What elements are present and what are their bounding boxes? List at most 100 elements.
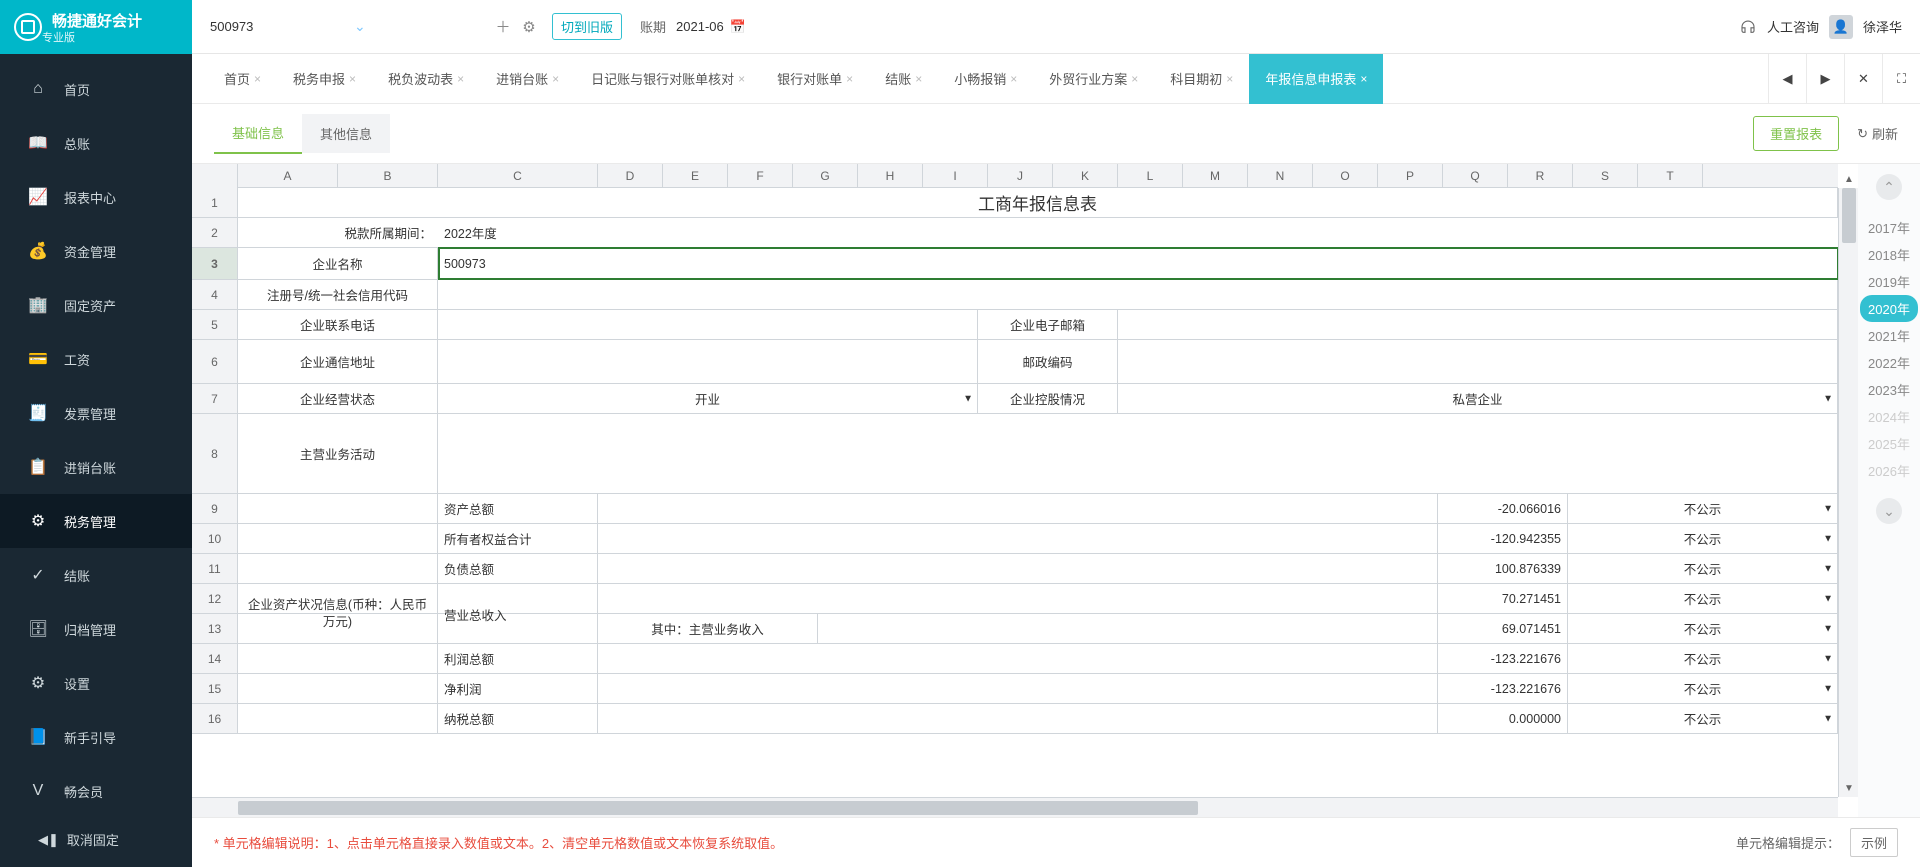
- nav-item-6[interactable]: 🧾发票管理: [0, 386, 192, 440]
- blank-13[interactable]: [818, 614, 1438, 643]
- row-header-11[interactable]: 11: [192, 554, 238, 583]
- pub-fin-11[interactable]: 不公示▼: [1568, 554, 1838, 583]
- tabs-close-all[interactable]: ✕: [1844, 54, 1882, 104]
- row-header-15[interactable]: 15: [192, 674, 238, 703]
- nav-item-10[interactable]: 🗄归档管理: [0, 602, 192, 656]
- tab-close-icon[interactable]: ×: [915, 72, 922, 86]
- hscroll-thumb[interactable]: [238, 801, 1198, 815]
- vscroll-thumb[interactable]: [1842, 188, 1856, 243]
- tab-2[interactable]: 税负波动表×: [372, 54, 480, 104]
- year-2022年[interactable]: 2022年: [1860, 349, 1918, 376]
- col-H[interactable]: H: [858, 164, 923, 188]
- val-phone[interactable]: [438, 310, 978, 339]
- row-header-16[interactable]: 16: [192, 704, 238, 733]
- tab-6[interactable]: 结账×: [869, 54, 938, 104]
- avatar[interactable]: 👤: [1829, 15, 1853, 39]
- val-zip[interactable]: [1118, 340, 1838, 383]
- tab-close-icon[interactable]: ×: [457, 72, 464, 86]
- select-all-corner[interactable]: [192, 164, 238, 188]
- col-D[interactable]: D: [598, 164, 663, 188]
- row-header-7[interactable]: 7: [192, 384, 238, 413]
- col-S[interactable]: S: [1573, 164, 1638, 188]
- help-link[interactable]: 人工咨询: [1767, 17, 1819, 36]
- col-I[interactable]: I: [923, 164, 988, 188]
- col-P[interactable]: P: [1378, 164, 1443, 188]
- col-M[interactable]: M: [1183, 164, 1248, 188]
- val-company[interactable]: 500973: [438, 248, 1838, 279]
- tab-4[interactable]: 日记账与银行对账单核对×: [575, 54, 761, 104]
- year-scroll-down[interactable]: ⌄: [1876, 498, 1902, 524]
- col-N[interactable]: N: [1248, 164, 1313, 188]
- year-2018年[interactable]: 2018年: [1860, 241, 1918, 268]
- val-fin-13[interactable]: 69.071451: [1438, 614, 1568, 643]
- row-header-13[interactable]: 13: [192, 614, 238, 643]
- val-status[interactable]: 开业▼: [438, 384, 978, 413]
- col-J[interactable]: J: [988, 164, 1053, 188]
- col-R[interactable]: R: [1508, 164, 1573, 188]
- blank-11[interactable]: [598, 554, 1438, 583]
- col-F[interactable]: F: [728, 164, 793, 188]
- row-header-4[interactable]: 4: [192, 280, 238, 309]
- tab-0[interactable]: 首页×: [208, 54, 277, 104]
- example-button[interactable]: 示例: [1850, 828, 1898, 857]
- pub-fin-16[interactable]: 不公示▼: [1568, 704, 1838, 733]
- nav-item-8[interactable]: ⚙税务管理: [0, 494, 192, 548]
- val-fin-9[interactable]: -20.066016: [1438, 494, 1568, 523]
- reset-button[interactable]: 重置报表: [1753, 116, 1839, 151]
- val-fin-14[interactable]: -123.221676: [1438, 644, 1568, 673]
- val-fin-12[interactable]: 70.271451: [1438, 584, 1568, 613]
- tab-9[interactable]: 科目期初×: [1154, 54, 1249, 104]
- col-B[interactable]: B: [338, 164, 438, 188]
- nav-item-2[interactable]: 📈报表中心: [0, 170, 192, 224]
- val-email[interactable]: [1118, 310, 1838, 339]
- row-header-3[interactable]: 3: [192, 248, 238, 279]
- row-header-1[interactable]: 1: [192, 188, 238, 217]
- year-2020年[interactable]: 2020年: [1860, 295, 1918, 322]
- blank-16[interactable]: [598, 704, 1438, 733]
- tab-7[interactable]: 小畅报销×: [938, 54, 1033, 104]
- scroll-down-icon[interactable]: ▼: [1839, 779, 1858, 797]
- gear-icon[interactable]: ⚙: [516, 18, 542, 36]
- pub-fin-14[interactable]: 不公示▼: [1568, 644, 1838, 673]
- tab-close-icon[interactable]: ×: [1226, 72, 1233, 86]
- row-header-9[interactable]: 9: [192, 494, 238, 523]
- row-header-5[interactable]: 5: [192, 310, 238, 339]
- nav-item-13[interactable]: V畅会员: [0, 764, 192, 818]
- tab-10[interactable]: 年报信息申报表×: [1249, 54, 1383, 104]
- nav-item-1[interactable]: 📖总账: [0, 116, 192, 170]
- nav-item-9[interactable]: ✓结账: [0, 548, 192, 602]
- year-scroll-up[interactable]: ⌃: [1876, 174, 1902, 200]
- pub-fin-12[interactable]: 不公示▼: [1568, 584, 1838, 613]
- col-E[interactable]: E: [663, 164, 728, 188]
- grid-body[interactable]: 1工商年报信息表2税款所属期间：2022年度3企业名称5009734注册号/统一…: [192, 188, 1838, 797]
- blank-12[interactable]: [598, 584, 1438, 613]
- row-header-12[interactable]: 12: [192, 584, 238, 613]
- tab-3[interactable]: 进销台账×: [480, 54, 575, 104]
- blank-10[interactable]: [598, 524, 1438, 553]
- pub-fin-15[interactable]: 不公示▼: [1568, 674, 1838, 703]
- tab-1[interactable]: 税务申报×: [277, 54, 372, 104]
- old-version-button[interactable]: 切到旧版: [552, 13, 622, 40]
- val-regno[interactable]: [438, 280, 1838, 309]
- col-Q[interactable]: Q: [1443, 164, 1508, 188]
- nav-item-3[interactable]: 💰资金管理: [0, 224, 192, 278]
- subtab-other[interactable]: 其他信息: [302, 114, 390, 153]
- blank-15[interactable]: [598, 674, 1438, 703]
- nav-item-12[interactable]: 📘新手引导: [0, 710, 192, 764]
- tabs-scroll-right[interactable]: ▶: [1806, 54, 1844, 104]
- tab-close-icon[interactable]: ×: [846, 72, 853, 86]
- fullscreen-icon[interactable]: ⛶: [1882, 54, 1920, 104]
- tab-close-icon[interactable]: ×: [1131, 72, 1138, 86]
- scroll-up-icon[interactable]: ▲: [1839, 170, 1858, 188]
- add-icon[interactable]: ＋: [490, 16, 516, 37]
- nav-item-11[interactable]: ⚙设置: [0, 656, 192, 710]
- year-2017年[interactable]: 2017年: [1860, 214, 1918, 241]
- pub-fin-13[interactable]: 不公示▼: [1568, 614, 1838, 643]
- nav-item-4[interactable]: 🏢固定资产: [0, 278, 192, 332]
- row-header-10[interactable]: 10: [192, 524, 238, 553]
- year-2023年[interactable]: 2023年: [1860, 376, 1918, 403]
- col-O[interactable]: O: [1313, 164, 1378, 188]
- vertical-scrollbar[interactable]: ▲ ▼: [1838, 188, 1858, 797]
- tab-8[interactable]: 外贸行业方案×: [1033, 54, 1154, 104]
- val-mainbiz[interactable]: [438, 414, 1838, 493]
